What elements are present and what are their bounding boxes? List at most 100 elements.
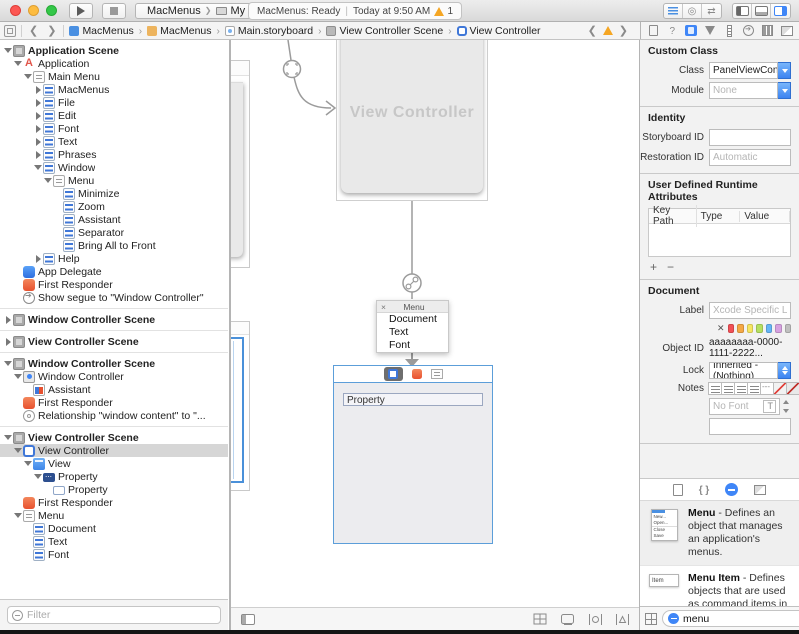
outline-item[interactable]: Relationship "window content" to "... (0, 409, 228, 422)
disclosure-triangle[interactable] (13, 513, 23, 518)
view-controller-view[interactable]: View Controller (341, 40, 483, 193)
disclosure-triangle[interactable] (23, 461, 33, 466)
remove-attribute-button[interactable]: − (667, 260, 674, 274)
view-controller-scene-frame[interactable]: View Controller (336, 40, 488, 201)
breadcrumb-item[interactable]: View Controller (456, 25, 541, 37)
align-left-button[interactable] (708, 382, 722, 395)
outline-item[interactable]: Text (0, 535, 228, 548)
label-color-swatch[interactable] (746, 323, 754, 333)
library-search-field[interactable] (662, 610, 799, 627)
outline-item[interactable]: Window Controller Scene (0, 313, 228, 326)
storyboard-id-field[interactable] (709, 129, 791, 146)
menu-popup-item[interactable]: Font (377, 339, 448, 352)
code-snippet-library-tab[interactable] (699, 484, 710, 496)
outline-item[interactable]: Property (0, 470, 228, 483)
disclosure-triangle[interactable] (3, 435, 13, 440)
notes-text-field[interactable] (709, 418, 791, 435)
close-icon[interactable]: × (377, 302, 390, 312)
font-panel-icon[interactable] (763, 400, 776, 413)
lock-field[interactable]: Inherited - (Nothing) (709, 362, 778, 379)
outline-item[interactable]: Document (0, 522, 228, 535)
previous-issue-button[interactable]: ❮ (586, 24, 599, 37)
disclosure-triangle[interactable] (33, 138, 43, 146)
standard-editor-button[interactable] (664, 4, 683, 18)
media-library-tab[interactable] (754, 484, 767, 495)
outline-item[interactable]: Font (0, 122, 228, 135)
outline-item[interactable]: Menu (0, 509, 228, 522)
disclosure-triangle[interactable] (43, 178, 53, 183)
menu-popup-item[interactable]: Text (377, 326, 448, 339)
label-color-swatch[interactable] (756, 323, 763, 333)
disclosure-triangle[interactable] (13, 374, 23, 379)
secondary-view-controller-window[interactable] (231, 321, 250, 491)
outline-item[interactable]: First Responder (0, 396, 228, 409)
assistant-editor-button[interactable] (683, 4, 702, 18)
file-template-library-tab[interactable] (672, 483, 683, 496)
add-constraints-icon[interactable] (615, 613, 630, 626)
view-effects-inspector-tab[interactable] (780, 24, 794, 37)
library-search-input[interactable] (683, 612, 799, 625)
grid-view-button[interactable] (645, 612, 657, 625)
version-editor-button[interactable] (702, 4, 721, 18)
restoration-id-field[interactable] (709, 149, 791, 166)
runtime-attributes-table[interactable]: Key Path Type Value (648, 205, 791, 257)
outline-item[interactable]: Phrases (0, 148, 228, 161)
label-color-swatch[interactable] (737, 323, 744, 333)
size-inspector-tab[interactable] (723, 24, 737, 37)
lock-dropdown-button[interactable] (778, 362, 791, 379)
related-items-icon[interactable] (4, 24, 16, 37)
outline-item[interactable]: App Delegate (0, 265, 228, 278)
quick-help-inspector-tab[interactable] (665, 24, 679, 37)
panel-divider[interactable] (230, 40, 231, 630)
outline-item[interactable]: Show segue to "Window Controller" (0, 291, 228, 304)
zoom-window-button[interactable] (46, 5, 57, 16)
breadcrumb-item[interactable]: Main.storyboard (224, 25, 313, 37)
disclosure-triangle[interactable] (33, 112, 43, 120)
outline-item[interactable]: Window Controller (0, 370, 228, 383)
text-color-button[interactable] (773, 382, 787, 395)
font-size-stepper[interactable] (782, 399, 791, 414)
panel-divider[interactable] (639, 40, 640, 630)
outline-item[interactable]: View Controller (0, 444, 228, 457)
property-text-field[interactable] (343, 393, 483, 406)
outline-item[interactable]: View (0, 457, 228, 470)
breadcrumb-item[interactable]: MacMenus (147, 25, 212, 37)
outline-item[interactable]: Assistant (0, 383, 228, 396)
disclosure-triangle[interactable] (33, 255, 43, 263)
window-controller-window[interactable] (231, 60, 250, 268)
label-color-swatch[interactable] (765, 323, 773, 333)
file-inspector-tab[interactable] (646, 24, 660, 37)
close-window-button[interactable] (10, 5, 21, 16)
module-field[interactable]: None (709, 82, 778, 99)
align-icon[interactable] (588, 613, 603, 626)
class-field[interactable]: PanelViewController ⓧ (709, 62, 778, 79)
runtime-attributes-rows[interactable] (649, 224, 790, 256)
outline-item[interactable]: Property (0, 483, 228, 496)
restoration-id-input[interactable] (713, 152, 787, 163)
module-dropdown-button[interactable] (778, 82, 791, 99)
disclosure-triangle[interactable] (33, 99, 43, 107)
outline-item[interactable]: Window Controller Scene (0, 357, 228, 370)
spacing-button[interactable] (760, 382, 774, 395)
outline-filter-input[interactable] (27, 609, 216, 621)
outline-item[interactable]: MacMenus (0, 83, 228, 96)
disclosure-triangle[interactable] (13, 448, 23, 453)
property-text-field-input[interactable] (344, 395, 482, 406)
outline-item[interactable]: Text (0, 135, 228, 148)
storyboard-canvas[interactable]: View Controller × Menu Document Text Font (231, 40, 640, 607)
update-frames-icon[interactable] (560, 613, 576, 626)
disclosure-triangle[interactable] (33, 86, 43, 94)
selected-view[interactable] (231, 337, 244, 483)
disclosure-triangle[interactable] (33, 125, 43, 133)
outline-item[interactable]: First Responder (0, 278, 228, 291)
outline-item[interactable]: Assistant (0, 213, 228, 226)
menu-popup-item[interactable]: Document (377, 313, 448, 326)
disclosure-triangle[interactable] (33, 165, 43, 170)
dock-view-controller-button[interactable] (383, 367, 403, 381)
outline-item[interactable]: File (0, 96, 228, 109)
panel-view-controller[interactable] (333, 365, 493, 544)
outline-item[interactable]: Menu (0, 174, 228, 187)
toggle-debug-button[interactable] (752, 4, 771, 18)
no-color-icon[interactable] (717, 322, 725, 334)
status-warning[interactable]: 1 (434, 6, 453, 17)
